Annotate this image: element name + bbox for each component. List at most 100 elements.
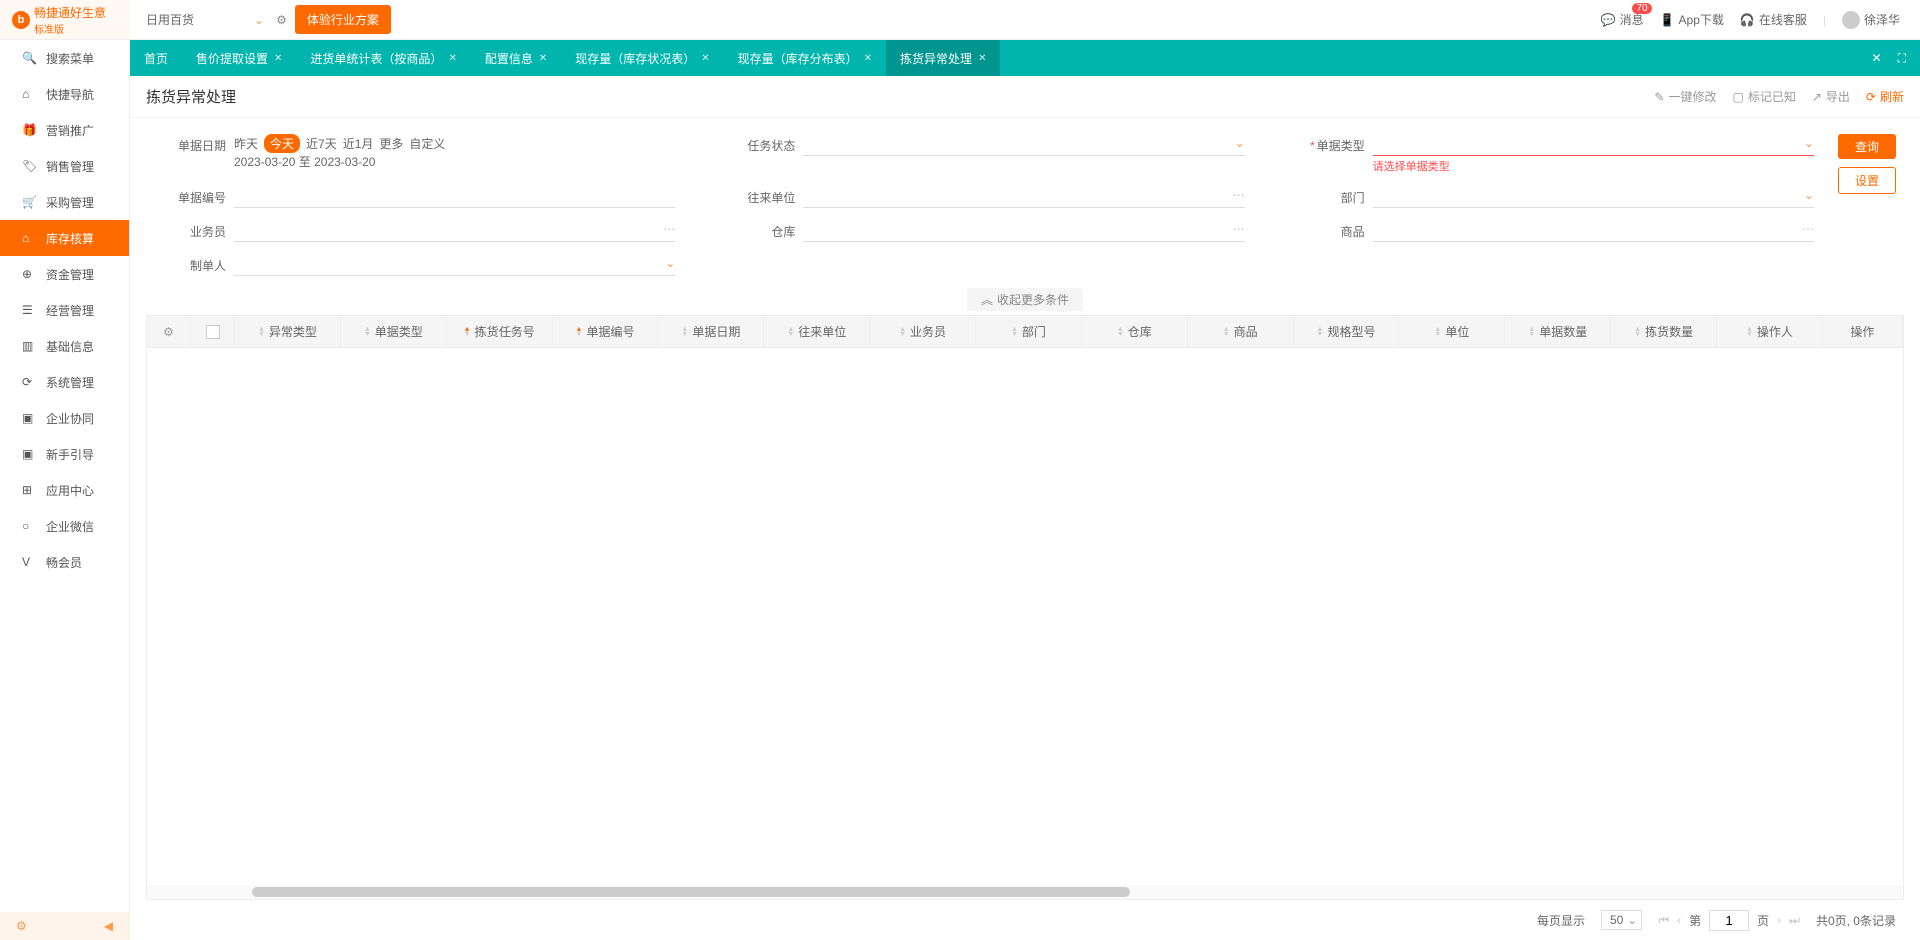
column-header[interactable]: ▲▼规格型号	[1294, 316, 1400, 347]
tab-close-icon[interactable]: ✕	[701, 53, 709, 64]
tab-3[interactable]: 配置信息✕	[471, 40, 561, 76]
column-header[interactable]: ▲▼仓库	[1082, 316, 1188, 347]
logo: b 畅捷通好生意 标准版	[0, 0, 130, 39]
support-button[interactable]: 🎧 在线客服	[1740, 11, 1807, 28]
page-input[interactable]	[1709, 910, 1749, 931]
tab-close-icon[interactable]: ✕	[448, 53, 456, 64]
maker-input[interactable]	[234, 254, 675, 276]
partner-input[interactable]	[803, 186, 1244, 208]
mark-read-button[interactable]: ▢ 标记已知	[1732, 88, 1795, 105]
dept-input[interactable]	[1373, 186, 1814, 208]
column-header[interactable]: ▲▼异常类型	[235, 316, 341, 347]
page-size-select[interactable]: 50 ⌄	[1601, 910, 1642, 930]
sidebar-item-1[interactable]: ⌂快捷导航	[0, 76, 129, 112]
user-name: 徐泽华	[1864, 11, 1900, 28]
date-preset[interactable]: 昨天	[234, 135, 258, 152]
sort-icon: ▲▼	[681, 327, 688, 337]
date-preset[interactable]: 更多	[379, 135, 403, 152]
date-preset[interactable]: 近7天	[306, 135, 337, 152]
collapse-filters-button[interactable]: ︽ 收起更多条件	[967, 288, 1083, 311]
column-header[interactable]: ▲▼单据数量	[1505, 316, 1611, 347]
tab-1[interactable]: 售价提取设置✕	[182, 40, 296, 76]
chevron-down-icon[interactable]: ⌄	[1804, 188, 1814, 202]
query-button[interactable]: 查询	[1838, 134, 1896, 159]
experience-button[interactable]: 体验行业方案	[295, 5, 391, 34]
column-header[interactable]: ▲▼往来单位	[764, 316, 870, 347]
messages-button[interactable]: 💬 消息 70	[1601, 11, 1644, 28]
column-header[interactable]: ▲▼单据编号	[553, 316, 659, 347]
column-header[interactable]: ▲▼拣货任务号	[447, 316, 553, 347]
more-icon[interactable]: ⋯	[663, 222, 675, 236]
date-preset[interactable]: 今天	[264, 134, 300, 153]
date-preset[interactable]: 近1月	[343, 135, 374, 152]
tab-6[interactable]: 拣货异常处理✕	[886, 40, 1000, 76]
tab-close-icon[interactable]: ✕	[274, 53, 282, 64]
sidebar-item-14[interactable]: V畅会员	[0, 544, 129, 580]
export-button[interactable]: ↗ 导出	[1812, 88, 1850, 105]
sidebar-collapse-icon[interactable]: ◀	[104, 919, 113, 933]
settings-button[interactable]: 设置	[1838, 167, 1896, 194]
sidebar-item-3[interactable]: 🏷销售管理	[0, 148, 129, 184]
column-header[interactable]: ▲▼操作人	[1717, 316, 1823, 347]
more-icon[interactable]: ⋯	[1233, 188, 1245, 202]
refresh-button[interactable]: ⟳ 刷新	[1866, 88, 1904, 105]
batch-edit-button[interactable]: ✎ 一键修改	[1654, 88, 1716, 105]
sidebar-item-11[interactable]: ▣新手引导	[0, 436, 129, 472]
tab-4[interactable]: 现存量（库存状况表）✕	[561, 40, 723, 76]
tab-5[interactable]: 现存量（库存分布表）✕	[724, 40, 886, 76]
avatar	[1842, 11, 1860, 29]
doc-type-input[interactable]	[1373, 134, 1814, 156]
tab-close-icon[interactable]: ✕	[864, 53, 872, 64]
prev-page-button[interactable]: ‹	[1677, 913, 1681, 927]
user-menu[interactable]: 徐泽华	[1842, 11, 1900, 29]
sidebar-item-5[interactable]: ⌂库存核算	[0, 220, 129, 256]
cart-icon: 🛒	[22, 195, 36, 209]
tab-0[interactable]: 首页	[130, 40, 182, 76]
tab-close-icon[interactable]: ✕	[978, 53, 986, 64]
sidebar-item-9[interactable]: ⟳系统管理	[0, 364, 129, 400]
tabs-close-all-icon[interactable]: ✕	[1868, 47, 1886, 69]
tab-2[interactable]: 进货单统计表（按商品）✕	[296, 40, 470, 76]
task-status-input[interactable]	[803, 134, 1244, 156]
column-header[interactable]: ▲▼单位	[1399, 316, 1505, 347]
sidebar-settings-icon[interactable]: ⚙	[16, 919, 27, 933]
last-page-button[interactable]: ⏭	[1789, 913, 1800, 928]
sidebar-item-2[interactable]: 🎁营销推广	[0, 112, 129, 148]
sidebar-item-13[interactable]: ○企业微信	[0, 508, 129, 544]
warehouse-input[interactable]	[803, 220, 1244, 242]
more-icon[interactable]: ⋯	[1802, 222, 1814, 236]
chevron-down-icon[interactable]: ⌄	[665, 256, 675, 270]
category-gear-icon[interactable]: ⚙	[276, 13, 287, 27]
category-select[interactable]: 日用百货 ⌄	[142, 7, 268, 32]
column-header[interactable]: ▲▼商品	[1188, 316, 1294, 347]
sidebar-item-7[interactable]: ☰经营管理	[0, 292, 129, 328]
tab-close-icon[interactable]: ✕	[539, 53, 547, 64]
column-header[interactable]: ▲▼拣货数量	[1611, 316, 1717, 347]
column-header[interactable]: ▲▼单据类型	[341, 316, 447, 347]
chevron-down-icon[interactable]: ⌄	[1804, 136, 1814, 150]
chevron-down-icon[interactable]: ⌄	[1235, 136, 1245, 150]
sidebar-item-10[interactable]: ▣企业协同	[0, 400, 129, 436]
column-header[interactable]: ▲▼单据日期	[658, 316, 764, 347]
column-header[interactable]: ▲▼业务员	[870, 316, 976, 347]
next-page-button[interactable]: ›	[1777, 913, 1781, 927]
sidebar-item-6[interactable]: ⊕资金管理	[0, 256, 129, 292]
horizontal-scrollbar[interactable]	[147, 885, 1903, 899]
select-all-checkbox[interactable]	[206, 325, 220, 339]
operator-input[interactable]	[234, 220, 675, 242]
sidebar-item-0[interactable]: 🔍搜索菜单	[0, 40, 129, 76]
more-icon[interactable]: ⋯	[1233, 222, 1245, 236]
app-download-button[interactable]: 📱 App下载	[1660, 11, 1724, 28]
tabs-fullscreen-icon[interactable]: ⛶	[1894, 47, 1910, 70]
column-header[interactable]: ▲▼部门	[976, 316, 1082, 347]
date-preset[interactable]: 自定义	[409, 135, 445, 152]
sidebar-footer: ⚙ ◀	[0, 912, 129, 940]
docno-input[interactable]	[234, 186, 675, 208]
sidebar-item-4[interactable]: 🛒采购管理	[0, 184, 129, 220]
first-page-button[interactable]: ⏮	[1658, 913, 1669, 928]
sidebar-item-8[interactable]: ▥基础信息	[0, 328, 129, 364]
table-settings-icon[interactable]: ⚙	[163, 325, 174, 339]
column-header[interactable]: 操作	[1823, 316, 1903, 347]
product-input[interactable]	[1373, 220, 1814, 242]
sidebar-item-12[interactable]: ⊞应用中心	[0, 472, 129, 508]
